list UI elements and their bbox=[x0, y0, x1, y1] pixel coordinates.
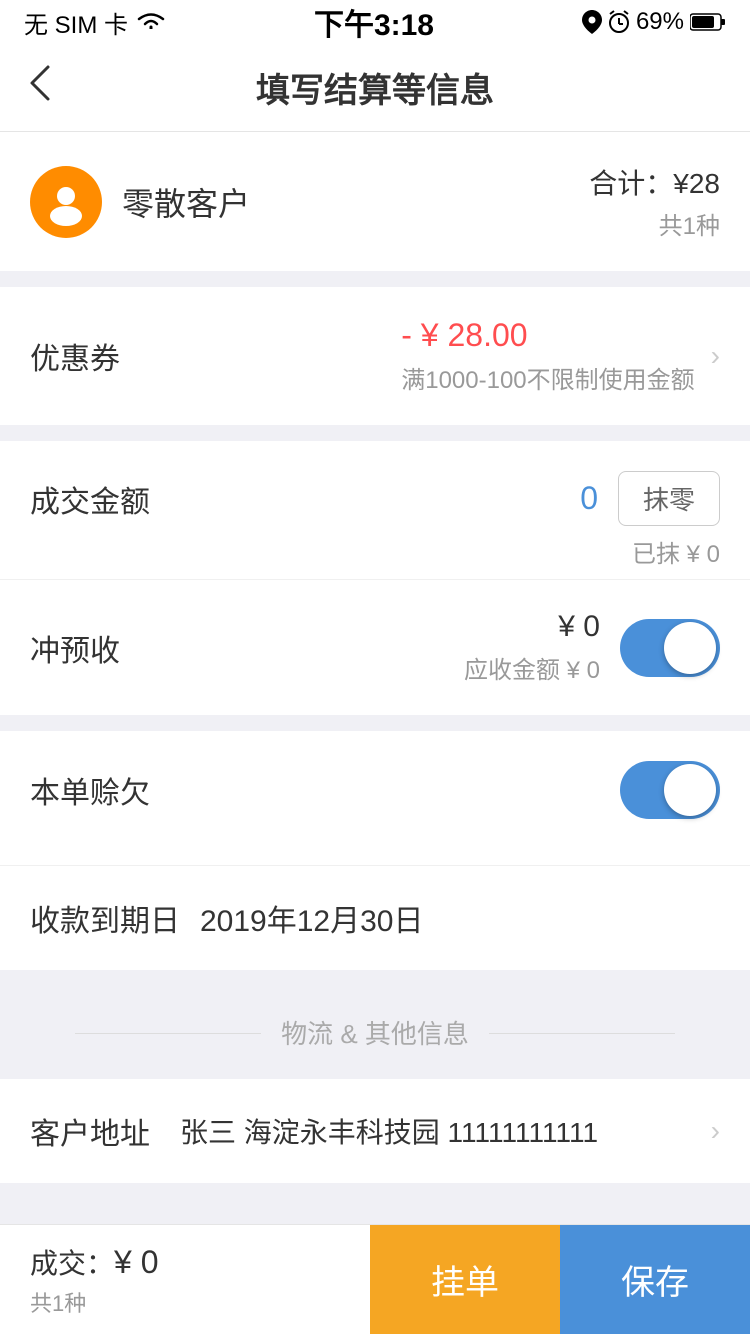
transaction-label: 成交金额 bbox=[30, 477, 150, 521]
status-time: 下午3:18 bbox=[314, 0, 434, 44]
status-bar: 无 SIM 卡 下午3:18 69% bbox=[0, 0, 750, 44]
bottom-bar: 成交：¥ 0 共1种 挂单 保存 bbox=[0, 1224, 750, 1334]
status-right: 69% bbox=[582, 8, 726, 36]
debt-section: 本单赊欠 收款到期日 2019年12月30日 bbox=[0, 731, 750, 970]
nav-bar: 填写结算等信息 bbox=[0, 44, 750, 132]
customer-name: 零散客户 bbox=[122, 179, 250, 225]
prepay-toggle[interactable] bbox=[620, 619, 720, 677]
bottom-deal-amount: ¥ 0 bbox=[114, 1244, 158, 1280]
bottom-info: 成交：¥ 0 共1种 bbox=[0, 1225, 370, 1334]
toggle-knob bbox=[664, 622, 716, 674]
back-button[interactable] bbox=[28, 63, 52, 112]
prepay-main-row: 冲预收 ¥ 0 应收金额 ¥ 0 bbox=[30, 610, 720, 685]
coupon-label: 优惠券 bbox=[30, 334, 120, 378]
coupon-discount: - ¥ 28.00 bbox=[401, 317, 694, 354]
transaction-section: 成交金额 0 抹零 已抹 ¥ 0 冲预收 ¥ 0 应收金额 ¥ 0 bbox=[0, 441, 750, 715]
prepay-sub-amount: 应收金额 ¥ 0 bbox=[464, 650, 600, 685]
coupon-row[interactable]: 优惠券 - ¥ 28.00 满1000-100不限制使用金额 › bbox=[0, 287, 750, 425]
coupon-right: - ¥ 28.00 满1000-100不限制使用金额 › bbox=[401, 317, 720, 395]
bottom-deal-label: 成交： bbox=[30, 1248, 114, 1279]
duedate-row: 收款到期日 2019年12月30日 bbox=[0, 865, 750, 970]
alarm-icon bbox=[608, 10, 630, 34]
status-left: 无 SIM 卡 bbox=[24, 5, 166, 40]
coupon-section[interactable]: 优惠券 - ¥ 28.00 满1000-100不限制使用金额 › bbox=[0, 287, 750, 425]
duedate-label: 收款到期日 bbox=[30, 896, 180, 940]
hold-button[interactable]: 挂单 bbox=[370, 1225, 560, 1334]
transaction-row: 成交金额 0 抹零 已抹 ¥ 0 bbox=[0, 441, 750, 579]
address-section[interactable]: 客户地址 张三 海淀永丰科技园 11111111111 › bbox=[0, 1079, 750, 1183]
total-count: 共1种 bbox=[589, 206, 720, 241]
transaction-sub: 已抹 ¥ 0 bbox=[30, 534, 720, 569]
prepay-main-amount: ¥ 0 bbox=[464, 610, 600, 644]
address-chevron-icon: › bbox=[711, 1115, 720, 1147]
divider-1 bbox=[0, 715, 750, 731]
wifi-icon bbox=[136, 11, 166, 33]
total-amount: 合计：¥28 bbox=[589, 162, 720, 202]
customer-total: 合计：¥28 共1种 bbox=[589, 162, 720, 241]
save-button[interactable]: 保存 bbox=[560, 1225, 750, 1334]
prepay-right: ¥ 0 应收金额 ¥ 0 bbox=[464, 610, 720, 685]
address-value: 张三 海淀永丰科技园 11111111111 bbox=[180, 1111, 711, 1151]
bottom-count: 共1种 bbox=[30, 1286, 340, 1318]
address-label: 客户地址 bbox=[30, 1109, 150, 1153]
avatar bbox=[30, 166, 102, 238]
prepay-label: 冲预收 bbox=[30, 626, 120, 670]
coupon-desc: 满1000-100不限制使用金额 bbox=[401, 360, 694, 395]
prepay-amounts: ¥ 0 应收金额 ¥ 0 bbox=[464, 610, 600, 685]
logistics-header: 物流 & 其他信息 bbox=[0, 986, 750, 1079]
debt-label: 本单赊欠 bbox=[30, 768, 150, 812]
transaction-right: 0 抹零 bbox=[580, 471, 720, 526]
battery-icon bbox=[690, 12, 726, 32]
customer-section: 零散客户 合计：¥28 共1种 bbox=[0, 132, 750, 271]
customer-row: 零散客户 合计：¥28 共1种 bbox=[0, 132, 750, 271]
bottom-deal-row: 成交：¥ 0 bbox=[30, 1242, 340, 1282]
logistics-title: 物流 & 其他信息 bbox=[261, 1014, 489, 1051]
battery-percent: 69% bbox=[636, 8, 684, 36]
chevron-right-icon: › bbox=[711, 340, 720, 372]
page-title: 填写结算等信息 bbox=[256, 63, 494, 112]
sim-text: 无 SIM 卡 bbox=[24, 5, 128, 40]
transaction-main-row: 成交金额 0 抹零 bbox=[30, 471, 720, 526]
customer-info: 零散客户 bbox=[30, 166, 250, 238]
divider-2 bbox=[0, 970, 750, 986]
debt-row: 本单赊欠 bbox=[0, 731, 750, 849]
save-button-label: 保存 bbox=[621, 1255, 689, 1304]
address-row[interactable]: 客户地址 张三 海淀永丰科技园 11111111111 › bbox=[0, 1079, 750, 1183]
round-zero-button[interactable]: 抹零 bbox=[618, 471, 720, 526]
prepay-row: 冲预收 ¥ 0 应收金额 ¥ 0 bbox=[0, 579, 750, 715]
transaction-value: 0 bbox=[580, 480, 598, 517]
duedate-value: 2019年12月30日 bbox=[200, 896, 423, 940]
hold-button-label: 挂单 bbox=[431, 1255, 499, 1304]
debt-toggle[interactable] bbox=[620, 761, 720, 819]
location-icon bbox=[582, 10, 602, 34]
debt-toggle-knob bbox=[664, 764, 716, 816]
